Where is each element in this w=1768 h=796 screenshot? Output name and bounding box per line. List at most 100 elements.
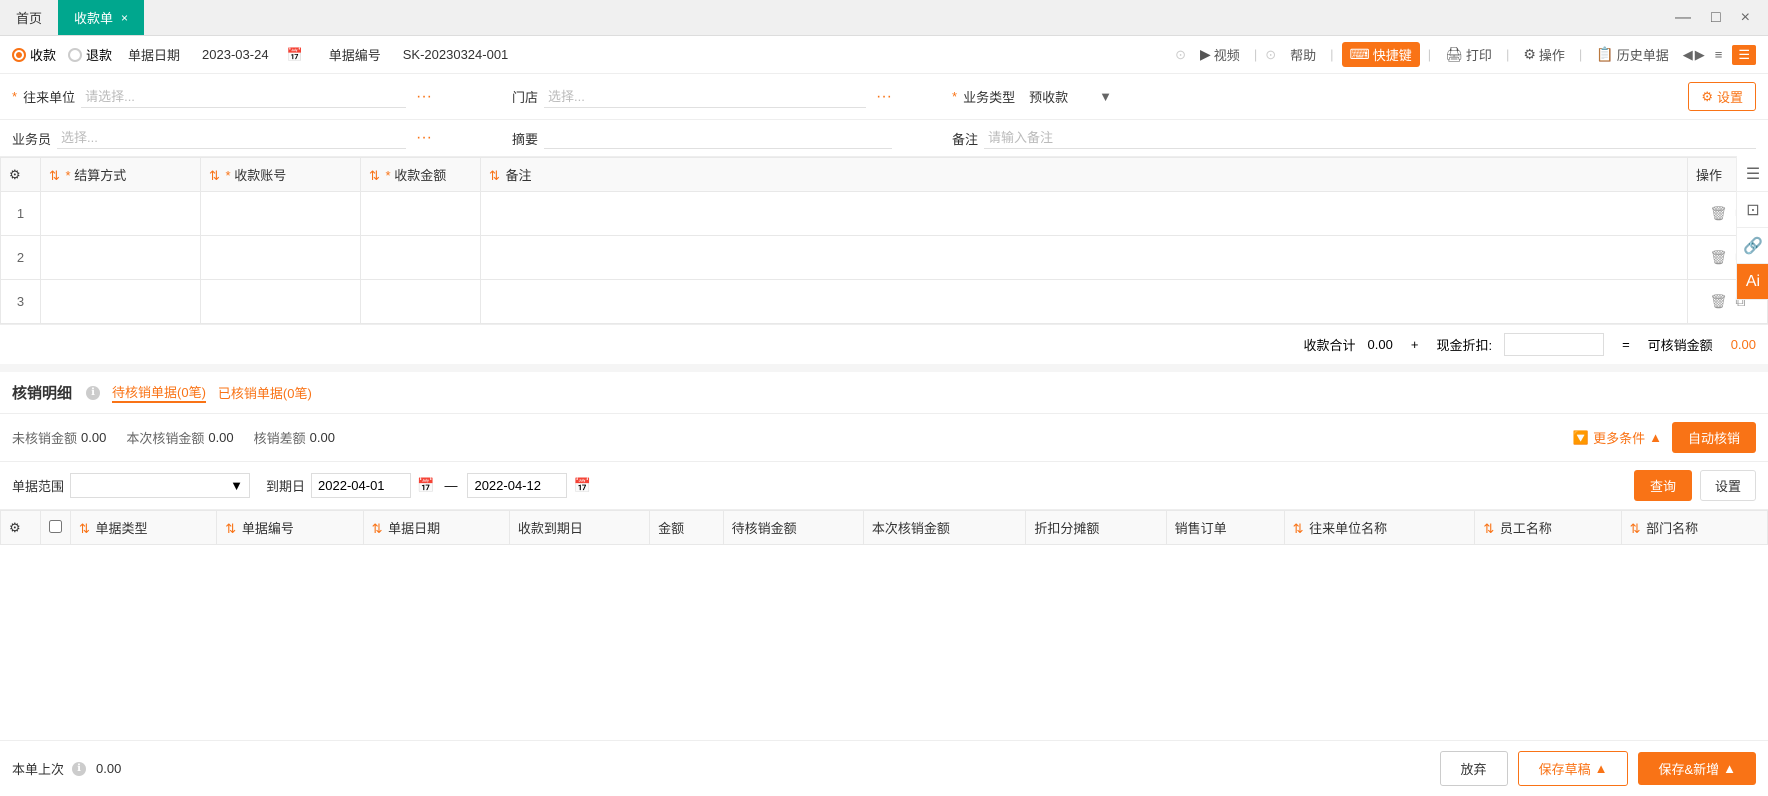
video-icon: ▶ — [1200, 46, 1211, 63]
tab-home[interactable]: 首页 — [0, 0, 58, 35]
staff-input[interactable] — [57, 127, 406, 149]
diff-stat: 核销差额 0.00 — [254, 428, 335, 447]
more-conditions-btn[interactable]: 🔽 更多条件 ▲ — [1573, 428, 1662, 447]
toolbar-right: ⊙ ▶ 视频 | ⊙ 帮助 | ⌨ 快捷键 | 🖨 打印 | ⚙ 操 — [1175, 42, 1756, 67]
setting-btn[interactable]: ⚙ 设置 — [1688, 82, 1756, 111]
verify-info-icon[interactable]: ℹ — [86, 386, 100, 400]
col-sort-icon[interactable]: ⇅ — [225, 521, 236, 536]
date-calendar-icon[interactable]: 📅 — [287, 47, 303, 63]
print-btn[interactable]: 🖨 打印 — [1439, 43, 1498, 66]
row-num-3: 3 — [1, 280, 41, 324]
row-1-account[interactable] — [201, 192, 361, 236]
staff-more-btn[interactable]: ··· — [416, 129, 432, 147]
layout-icon[interactable]: ≡ — [1715, 47, 1723, 62]
query-btn[interactable]: 查询 — [1634, 470, 1692, 501]
bottom-table-container: ⚙ ⇅ 单据类型 ⇅ 单据编号 — [0, 510, 1768, 545]
summary-input[interactable] — [544, 127, 892, 149]
history-btn[interactable]: 📋 历史单据 — [1590, 43, 1674, 66]
row-3-delete-btn[interactable]: 🗑 — [1710, 293, 1728, 310]
row-2-settlement[interactable] — [41, 236, 201, 280]
nav-prev-icon[interactable]: ◀ — [1683, 47, 1693, 63]
biz-type-required: * — [952, 89, 957, 104]
right-icon-2[interactable]: ⊡ — [1737, 192, 1768, 228]
col-sort-icon[interactable]: ⇅ — [1483, 521, 1494, 536]
discount-input[interactable] — [1504, 333, 1604, 356]
col-sort-icon[interactable]: ⇅ — [49, 168, 60, 183]
biz-type-chevron[interactable]: ▼ — [1099, 89, 1112, 104]
radio-receipt-inner — [16, 52, 22, 58]
summary-row: 收款合计 0.00 + 现金折扣: = 可核销金额 0.00 — [0, 324, 1768, 364]
col-sort-icon[interactable]: ⇅ — [79, 521, 90, 536]
tab-receipt[interactable]: 收款单 × — [58, 0, 144, 35]
col-sort-icon[interactable]: ⇅ — [1293, 521, 1304, 536]
cal-from-icon[interactable]: 📅 — [417, 477, 434, 494]
row-2-remark[interactable] — [481, 236, 1688, 280]
bottom-col-gear[interactable]: ⚙ — [1, 511, 41, 545]
row-3-settlement[interactable] — [41, 280, 201, 324]
view-toggle-btn[interactable]: ☰ — [1732, 45, 1756, 65]
video-btn[interactable]: ▶ 视频 — [1194, 43, 1246, 66]
row-num-2: 2 — [1, 236, 41, 280]
col-sort-icon[interactable]: ⇅ — [1630, 521, 1641, 536]
auto-verify-btn[interactable]: 自动核销 — [1672, 422, 1756, 453]
counterpart-input[interactable] — [81, 86, 406, 108]
cal-to-icon[interactable]: 📅 — [573, 477, 590, 494]
row-1-amount[interactable] — [361, 192, 481, 236]
shortcut-btn[interactable]: ⌨ 快捷键 — [1342, 42, 1420, 67]
help-btn[interactable]: 帮助 — [1284, 43, 1322, 66]
store-more-btn[interactable]: ··· — [876, 88, 892, 106]
store-input[interactable] — [544, 86, 866, 108]
range-select[interactable]: ▼ — [70, 473, 250, 498]
bottom-col-pending: 待核销金额 — [723, 511, 863, 545]
gear-icon: ⚙ — [1701, 89, 1713, 105]
row-1-delete-btn[interactable]: 🗑 — [1710, 205, 1728, 222]
col-sort-icon[interactable]: ⇅ — [369, 168, 380, 183]
tab-done[interactable]: 已核销单据(0笔) — [218, 383, 312, 402]
right-icon-1[interactable]: ☰ — [1737, 156, 1768, 192]
range-label: 单据范围 — [12, 476, 64, 495]
col-sort-icon[interactable]: ⇅ — [209, 168, 220, 183]
tab-close-icon[interactable]: × — [121, 11, 128, 25]
date-from-input[interactable] — [311, 473, 411, 498]
verify-setup-btn[interactable]: 设置 — [1700, 470, 1756, 501]
verify-header: 核销明细 ℹ 待核销单据(0笔) 已核销单据(0笔) — [0, 372, 1768, 414]
row-1-remark[interactable] — [481, 192, 1688, 236]
operation-btn[interactable]: ⚙ 操作 — [1517, 43, 1571, 66]
window-min-btn[interactable]: — — [1669, 7, 1697, 29]
save-new-btn[interactable]: 保存&新增 ▲ — [1638, 752, 1756, 785]
row-2-amount[interactable] — [361, 236, 481, 280]
gear-icon[interactable]: ⚙ — [9, 520, 21, 535]
unchecked-stat: 未核销金额 0.00 — [12, 428, 106, 447]
bottom-col-amount: 金额 — [650, 511, 724, 545]
col-sort-icon[interactable]: ⇅ — [372, 521, 383, 536]
right-icon-3[interactable]: 🔗 — [1737, 228, 1768, 264]
row-2-delete-btn[interactable]: 🗑 — [1710, 249, 1728, 266]
select-all-checkbox[interactable] — [49, 520, 62, 533]
date-to-input[interactable] — [467, 473, 567, 498]
col-gear[interactable]: ⚙ — [1, 158, 41, 192]
nav-next-icon[interactable]: ▶ — [1695, 47, 1705, 63]
window-close-btn[interactable]: × — [1735, 7, 1756, 29]
abandon-btn[interactable]: 放弃 — [1440, 751, 1508, 786]
footer-row: 本单上次 ℹ 0.00 放弃 保存草稿 ▲ 保存&新增 ▲ — [0, 740, 1768, 796]
row-2-account[interactable] — [201, 236, 361, 280]
right-icon-4[interactable]: Ai — [1737, 264, 1768, 300]
col-sort-icon[interactable]: ⇅ — [489, 168, 500, 183]
bottom-col-staff: ⇅ 员工名称 — [1475, 511, 1621, 545]
row-3-remark[interactable] — [481, 280, 1688, 324]
window-max-btn[interactable]: □ — [1705, 7, 1727, 29]
radio-refund[interactable]: 退款 — [68, 45, 112, 64]
radio-receipt[interactable]: 收款 — [12, 45, 56, 64]
tab-pending[interactable]: 待核销单据(0笔) — [112, 382, 206, 403]
number-label: 单据编号 — [329, 45, 381, 64]
row-3-amount[interactable] — [361, 280, 481, 324]
next-label: 本单上次 — [12, 759, 64, 778]
save-draft-btn[interactable]: 保存草稿 ▲ — [1518, 751, 1629, 786]
row-3-account[interactable] — [201, 280, 361, 324]
counterpart-more-btn[interactable]: ··· — [416, 88, 432, 106]
next-info-icon[interactable]: ℹ — [72, 762, 86, 776]
bottom-col-checkbox[interactable] — [41, 511, 71, 545]
gear-icon[interactable]: ⚙ — [9, 167, 21, 182]
row-1-settlement[interactable] — [41, 192, 201, 236]
remark-input[interactable] — [984, 127, 1756, 149]
